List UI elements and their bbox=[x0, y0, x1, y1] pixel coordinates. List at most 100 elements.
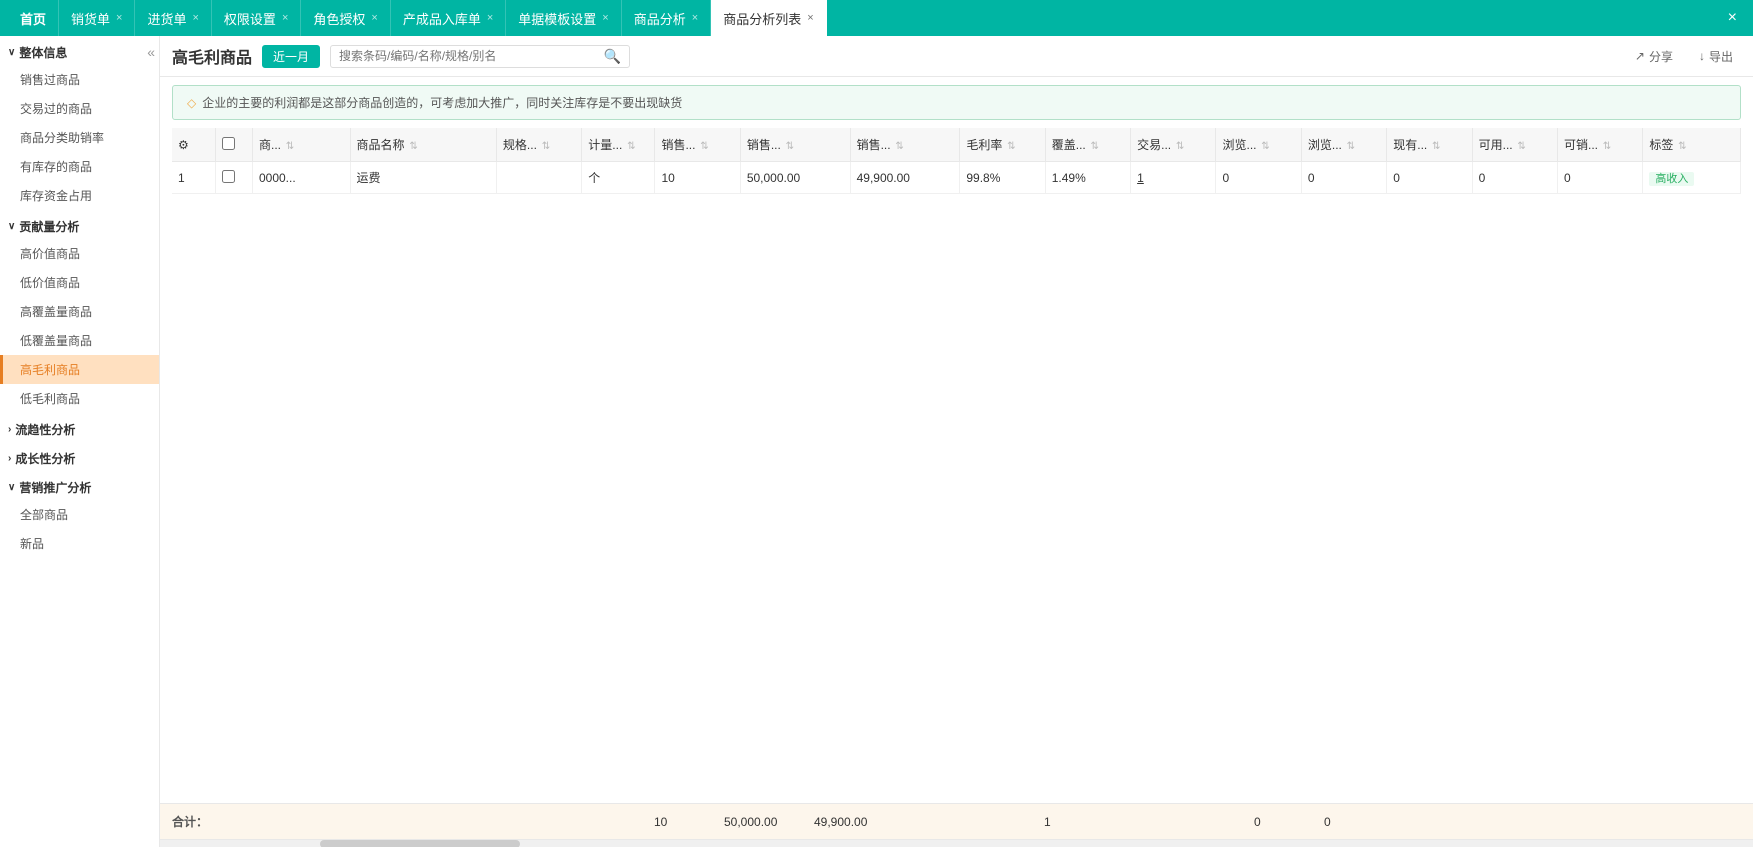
close-tab-template[interactable]: × bbox=[602, 12, 608, 24]
bottom-scrollbar[interactable] bbox=[160, 839, 1753, 847]
footer-cell-10 bbox=[968, 815, 1038, 829]
footer-cell-2 bbox=[318, 815, 398, 829]
footer-cell-15: 0 bbox=[1318, 815, 1388, 829]
export-button[interactable]: ↓ 导出 bbox=[1691, 45, 1741, 68]
close-tab-stock-in[interactable]: × bbox=[487, 12, 493, 24]
sort-icon-available: ⇅ bbox=[1515, 141, 1526, 152]
sidebar-item-all-goods[interactable]: 全部商品 bbox=[0, 500, 159, 529]
close-tab-role[interactable]: × bbox=[371, 12, 377, 24]
nav-tab-purchase[interactable]: 进货单× bbox=[135, 0, 211, 36]
col-header-current-stock[interactable]: 现有... ⇅ bbox=[1387, 128, 1472, 162]
col-header-unit[interactable]: 计量... ⇅ bbox=[582, 128, 655, 162]
nav-tab-permission[interactable]: 权限设置× bbox=[212, 0, 301, 36]
close-tab-permission[interactable]: × bbox=[282, 12, 288, 24]
sort-icon-spec: ⇅ bbox=[539, 141, 550, 152]
sidebar-group-title-overall-info[interactable]: ∨整体信息 bbox=[0, 36, 159, 65]
sidebar-item-abc-analysis[interactable]: 商品分类助销率 bbox=[0, 123, 159, 152]
footer-cell-3 bbox=[398, 815, 518, 829]
sidebar-item-high-freq[interactable]: 高覆盖量商品 bbox=[0, 297, 159, 326]
sort-icon-tag: ⇅ bbox=[1675, 141, 1686, 152]
window-close-button[interactable]: × bbox=[1720, 9, 1745, 27]
sidebar-group-title-trend-analysis[interactable]: ›流趋性分析 bbox=[0, 413, 159, 442]
nav-tab-sales[interactable]: 销货单× bbox=[59, 0, 135, 36]
sidebar-item-low-freq[interactable]: 低覆盖量商品 bbox=[0, 326, 159, 355]
tag-badge: 高收入 bbox=[1649, 172, 1694, 186]
search-input[interactable] bbox=[339, 49, 604, 63]
nav-tab-product-analysis[interactable]: 商品分析× bbox=[622, 0, 711, 36]
col-header-sales-amount[interactable]: 销售... ⇅ bbox=[740, 128, 850, 162]
cell-margin-rate-row-0: 99.8% bbox=[960, 162, 1045, 194]
nav-tab-template[interactable]: 单据模板设置× bbox=[506, 0, 621, 36]
sidebar-group-title-wealth-analysis[interactable]: ∨贡献量分析 bbox=[0, 210, 159, 239]
sidebar-group-title-marketing-analysis[interactable]: ∨营销推广分析 bbox=[0, 471, 159, 500]
info-icon: ◇ bbox=[187, 96, 196, 110]
col-header-tag[interactable]: 标签 ⇅ bbox=[1643, 128, 1741, 162]
sidebar-item-low-value[interactable]: 低价值商品 bbox=[0, 268, 159, 297]
cell-checkbox-row-0[interactable] bbox=[216, 162, 253, 194]
footer-cell-1 bbox=[288, 815, 318, 829]
sidebar-item-traded-goods[interactable]: 交易过的商品 bbox=[0, 94, 159, 123]
sidebar-item-inventory-capital[interactable]: 库存资金占用 bbox=[0, 181, 159, 210]
cell-sales-cost-row-0: 49,900.00 bbox=[850, 162, 960, 194]
col-header-name[interactable]: 商品名称 ⇅ bbox=[350, 128, 496, 162]
sidebar-item-high-margin[interactable]: 高毛利商品 bbox=[0, 355, 159, 384]
cell-transaction-row-0[interactable]: 1 bbox=[1131, 162, 1216, 194]
sidebar-item-high-value[interactable]: 高价值商品 bbox=[0, 239, 159, 268]
col-header-coverage[interactable]: 覆盖... ⇅ bbox=[1045, 128, 1130, 162]
cell-available-row-0: 0 bbox=[1472, 162, 1557, 194]
top-navigation: 首页销货单×进货单×权限设置×角色授权×产成品入库单×单据模板设置×商品分析×商… bbox=[0, 0, 1753, 36]
scrollbar-thumb[interactable] bbox=[320, 840, 520, 847]
col-header-browse2[interactable]: 浏览... ⇅ bbox=[1301, 128, 1386, 162]
col-header-settings[interactable]: ⚙ bbox=[172, 128, 216, 162]
sort-icon-browse1: ⇅ bbox=[1259, 141, 1270, 152]
sidebar-item-inventory-goods[interactable]: 有库存的商品 bbox=[0, 152, 159, 181]
select-all-checkbox[interactable] bbox=[222, 137, 235, 150]
footer-cell-0 bbox=[252, 815, 288, 829]
sidebar-collapse-button[interactable]: « bbox=[147, 44, 155, 60]
col-header-saleable[interactable]: 可销... ⇅ bbox=[1557, 128, 1642, 162]
col-header-checkbox[interactable] bbox=[216, 128, 253, 162]
sidebar-item-low-margin[interactable]: 低毛利商品 bbox=[0, 384, 159, 413]
row-checkbox[interactable] bbox=[222, 170, 235, 183]
nav-tab-product-analysis-list[interactable]: 商品分析列表× bbox=[711, 0, 826, 36]
search-icon[interactable]: 🔍 bbox=[604, 48, 621, 65]
cell-name-row-0: 运费 bbox=[350, 162, 496, 194]
col-header-code[interactable]: 商... ⇅ bbox=[252, 128, 350, 162]
nav-tab-stock-in[interactable]: 产成品入库单× bbox=[391, 0, 506, 36]
arrow-right-icon: › bbox=[8, 453, 11, 464]
nav-tab-home[interactable]: 首页 bbox=[8, 0, 59, 36]
sidebar-group-marketing-analysis: ∨营销推广分析全部商品新品 bbox=[0, 471, 159, 558]
col-header-sales-qty[interactable]: 销售... ⇅ bbox=[655, 128, 740, 162]
sidebar-group-wealth-analysis: ∨贡献量分析高价值商品低价值商品高覆盖量商品低覆盖量商品高毛利商品低毛利商品 bbox=[0, 210, 159, 413]
footer-cell-17 bbox=[1458, 815, 1538, 829]
search-box: 🔍 bbox=[330, 45, 630, 68]
footer-cell-12 bbox=[1108, 815, 1178, 829]
sidebar-item-sales-goods[interactable]: 销售过商品 bbox=[0, 65, 159, 94]
close-tab-sales[interactable]: × bbox=[116, 12, 122, 24]
col-header-transaction[interactable]: 交易... ⇅ bbox=[1131, 128, 1216, 162]
content-area: 高毛利商品 近一月 🔍 ↗ 分享 ↓ 导出 ◇ 企业的主要的利润都是这部分商品创… bbox=[160, 36, 1753, 847]
sidebar: « ∨整体信息销售过商品交易过的商品商品分类助销率有库存的商品库存资金占用∨贡献… bbox=[0, 36, 160, 847]
close-tab-product-analysis[interactable]: × bbox=[692, 12, 698, 24]
sidebar-group-title-growth-analysis[interactable]: ›成长性分析 bbox=[0, 442, 159, 471]
nav-tab-role[interactable]: 角色授权× bbox=[301, 0, 390, 36]
close-tab-product-analysis-list[interactable]: × bbox=[807, 12, 813, 24]
arrow-down-icon: ∨ bbox=[8, 221, 15, 232]
col-header-sales-cost[interactable]: 销售... ⇅ bbox=[850, 128, 960, 162]
sidebar-group-overall-info: ∨整体信息销售过商品交易过的商品商品分类助销率有库存的商品库存资金占用 bbox=[0, 36, 159, 210]
share-button[interactable]: ↗ 分享 bbox=[1627, 45, 1681, 68]
col-header-spec[interactable]: 规格... ⇅ bbox=[496, 128, 581, 162]
sidebar-item-new-goods[interactable]: 新品 bbox=[0, 529, 159, 558]
sidebar-group-label-trend-analysis: 流趋性分析 bbox=[15, 421, 75, 438]
col-header-available[interactable]: 可用... ⇅ bbox=[1472, 128, 1557, 162]
close-tab-purchase[interactable]: × bbox=[192, 12, 198, 24]
sidebar-group-trend-analysis: ›流趋性分析 bbox=[0, 413, 159, 442]
table-container: ⚙商... ⇅商品名称 ⇅规格... ⇅计量... ⇅销售... ⇅销售... … bbox=[160, 128, 1753, 803]
col-header-margin-rate[interactable]: 毛利率 ⇅ bbox=[960, 128, 1045, 162]
footer-cell-9 bbox=[898, 815, 968, 829]
transaction-link[interactable]: 1 bbox=[1137, 171, 1144, 185]
settings-icon[interactable]: ⚙ bbox=[178, 138, 189, 152]
sort-icon-transaction: ⇅ bbox=[1173, 141, 1184, 152]
col-header-browse1[interactable]: 浏览... ⇅ bbox=[1216, 128, 1301, 162]
filter-recent-month-button[interactable]: 近一月 bbox=[262, 45, 320, 68]
